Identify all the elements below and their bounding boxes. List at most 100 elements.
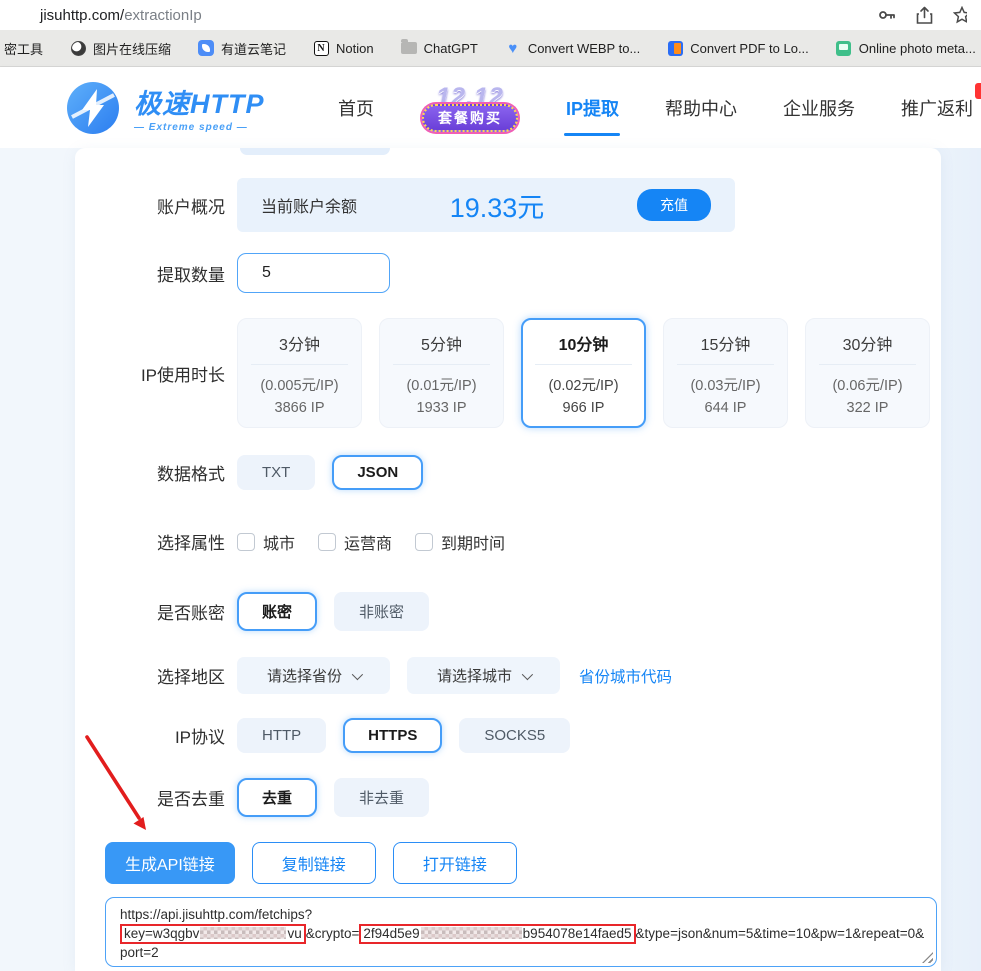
copy-link-button[interactable]: 复制链接	[251, 842, 376, 884]
browser-address-bar[interactable]: jisuhttp.com/extractionIp	[0, 0, 981, 30]
site-header: 极速HTTP — Extreme speed — 首页 12.12 套餐购买 I…	[0, 67, 981, 148]
promo-banner-1212[interactable]: 12.12 套餐购买	[421, 83, 518, 132]
format-row: 数据格式 TXT JSON	[75, 455, 941, 490]
heart-icon: ♥	[508, 39, 518, 57]
divider	[251, 363, 348, 365]
protocol-option-socks5[interactable]: SOCKS5	[459, 718, 571, 753]
chevron-down-icon	[521, 668, 534, 680]
bookmarks-bar: 密工具 图片在线压缩 有道云笔记 N Notion ChatGPT ♥ Conver…	[0, 30, 981, 67]
promo-buy-label: 套餐购买	[421, 104, 518, 132]
account-panel: 当前账户余额 19.33元 充值	[237, 178, 735, 232]
duration-price: (0.005元/IP)	[260, 377, 339, 394]
province-select[interactable]: 请选择省份	[237, 657, 390, 694]
share-icon[interactable]	[916, 6, 933, 25]
nav-referral[interactable]: 推广返利	[901, 95, 973, 121]
city-select[interactable]: 请选择城市	[407, 657, 560, 694]
dedupe-option-yes-selected[interactable]: 去重	[237, 778, 318, 817]
attr-label: 运营商	[344, 535, 393, 553]
duration-price: (0.06元/IP)	[832, 377, 903, 394]
open-link-button[interactable]: 打开链接	[392, 842, 517, 884]
bookmark-label: Convert WEBP to...	[527, 40, 641, 56]
dedupe-option-no[interactable]: 非去重	[334, 778, 430, 817]
duration-row: IP使用时长 3分钟 (0.005元/IP) 3866 IP 5分钟 (0.01…	[75, 318, 941, 428]
protocol-option-http[interactable]: HTTP	[237, 718, 327, 753]
bookmark-item[interactable]: Online photo meta...	[836, 40, 976, 56]
bookmark-item[interactable]: ChatGPT	[400, 39, 478, 56]
folder-icon	[400, 39, 417, 54]
duration-ip-count: 3866 IP	[274, 399, 325, 416]
mosaic-blur-crypto	[420, 927, 522, 939]
nav-enterprise[interactable]: 企业服务	[783, 95, 855, 121]
divider	[819, 363, 916, 365]
nav-home[interactable]: 首页	[338, 95, 374, 121]
account-label: 账户概况	[157, 197, 225, 217]
attr-expiry[interactable]: 到期时间	[415, 530, 505, 554]
textarea-resize-handle[interactable]	[922, 952, 933, 963]
star-icon[interactable]	[953, 6, 967, 24]
recharge-button[interactable]: 充值	[637, 189, 711, 221]
checkbox-expiry[interactable]	[415, 532, 434, 551]
bookmark-item[interactable]: 图片在线压缩	[70, 39, 171, 58]
duration-ip-count: 966 IP	[562, 399, 605, 416]
attr-city[interactable]: 城市	[237, 530, 295, 554]
format-option-json-selected[interactable]: JSON	[332, 455, 424, 490]
youdao-icon	[198, 40, 215, 56]
nav-help-center[interactable]: 帮助中心	[665, 95, 737, 121]
generate-api-link-button[interactable]: 生成API链接	[105, 842, 235, 884]
bookmark-label: Online photo meta...	[858, 40, 976, 56]
duration-option-10min-selected[interactable]: 10分钟 (0.02元/IP) 966 IP	[521, 318, 646, 428]
bookmark-label: Notion	[336, 40, 374, 56]
bookmark-label: 图片在线压缩	[93, 41, 172, 57]
bookmark-item[interactable]: Convert PDF to Lo...	[667, 40, 809, 56]
region-code-link[interactable]: 省份城市代码	[579, 665, 672, 687]
bookmark-item[interactable]: N Notion	[313, 40, 374, 56]
site-logo[interactable]: 极速HTTP — Extreme speed —	[64, 79, 265, 137]
api-url-line3: port=2	[120, 945, 159, 960]
duration-option-30min[interactable]: 30分钟 (0.06元/IP) 322 IP	[805, 318, 930, 428]
duration-price: (0.01元/IP)	[406, 377, 477, 394]
duration-ip-count: 644 IP	[704, 399, 747, 416]
protocol-label: IP协议	[174, 728, 225, 747]
brand-name: 极速HTTP	[134, 89, 265, 119]
quantity-label: 提取数量	[157, 265, 225, 285]
duration-price: (0.02元/IP)	[548, 377, 619, 394]
city-placeholder: 请选择城市	[436, 668, 512, 685]
auth-option-no-credentials[interactable]: 非账密	[334, 592, 430, 631]
attr-isp[interactable]: 运营商	[318, 530, 392, 554]
duration-title: 3分钟	[279, 336, 320, 354]
account-row: 账户概况 当前账户余额 19.33元 充值	[75, 178, 941, 232]
page-background: 账户概况 当前账户余额 19.33元 充值 提取数量 IP使用时长 3分钟 (0…	[0, 148, 981, 971]
bookmark-item[interactable]: 密工具	[4, 39, 43, 58]
checkbox-isp[interactable]	[318, 532, 337, 551]
balance-value: 19.33元	[449, 192, 545, 223]
key-icon[interactable]	[878, 6, 896, 24]
checkbox-city[interactable]	[237, 532, 255, 551]
auth-option-credentials-selected[interactable]: 账密	[237, 592, 318, 631]
bookmark-item[interactable]: 有道云笔记	[198, 39, 286, 58]
panda-icon	[70, 40, 86, 56]
duration-option-3min[interactable]: 3分钟 (0.005元/IP) 3866 IP	[237, 318, 362, 428]
region-row: 选择地区 请选择省份 请选择城市 省份城市代码	[75, 657, 941, 694]
clipped-element	[240, 148, 390, 155]
api-url-textarea[interactable]: https://api.jisuhttp.com/fetchips? key=w…	[105, 897, 937, 967]
province-placeholder: 请选择省份	[266, 668, 342, 685]
quantity-row: 提取数量	[75, 253, 941, 293]
duration-title: 15分钟	[700, 336, 751, 354]
bookmark-item[interactable]: ♥ Convert WEBP to...	[505, 40, 640, 56]
quantity-input[interactable]	[237, 253, 390, 293]
duration-option-15min[interactable]: 15分钟 (0.03元/IP) 644 IP	[663, 318, 788, 428]
pdf-tool-icon	[667, 40, 683, 56]
duration-ip-count: 322 IP	[846, 399, 889, 416]
format-label: 数据格式	[157, 465, 225, 484]
format-option-txt[interactable]: TXT	[237, 455, 316, 490]
page-url[interactable]: jisuhttp.com/extractionIp	[40, 7, 202, 24]
protocol-option-https-selected[interactable]: HTTPS	[343, 718, 443, 753]
divider	[535, 363, 632, 365]
nav-ip-extract[interactable]: IP提取	[566, 95, 619, 121]
attributes-row: 选择属性 城市 运营商 到期时间	[75, 529, 941, 554]
actions-row: 生成API链接 复制链接 打开链接	[75, 842, 941, 884]
protocol-row: IP协议 HTTP HTTPS SOCKS5	[75, 718, 941, 753]
url-host: jisuhttp.com/	[40, 6, 125, 24]
duration-options: 3分钟 (0.005元/IP) 3866 IP 5分钟 (0.01元/IP) 1…	[237, 318, 930, 428]
duration-option-5min[interactable]: 5分钟 (0.01元/IP) 1933 IP	[379, 318, 504, 428]
